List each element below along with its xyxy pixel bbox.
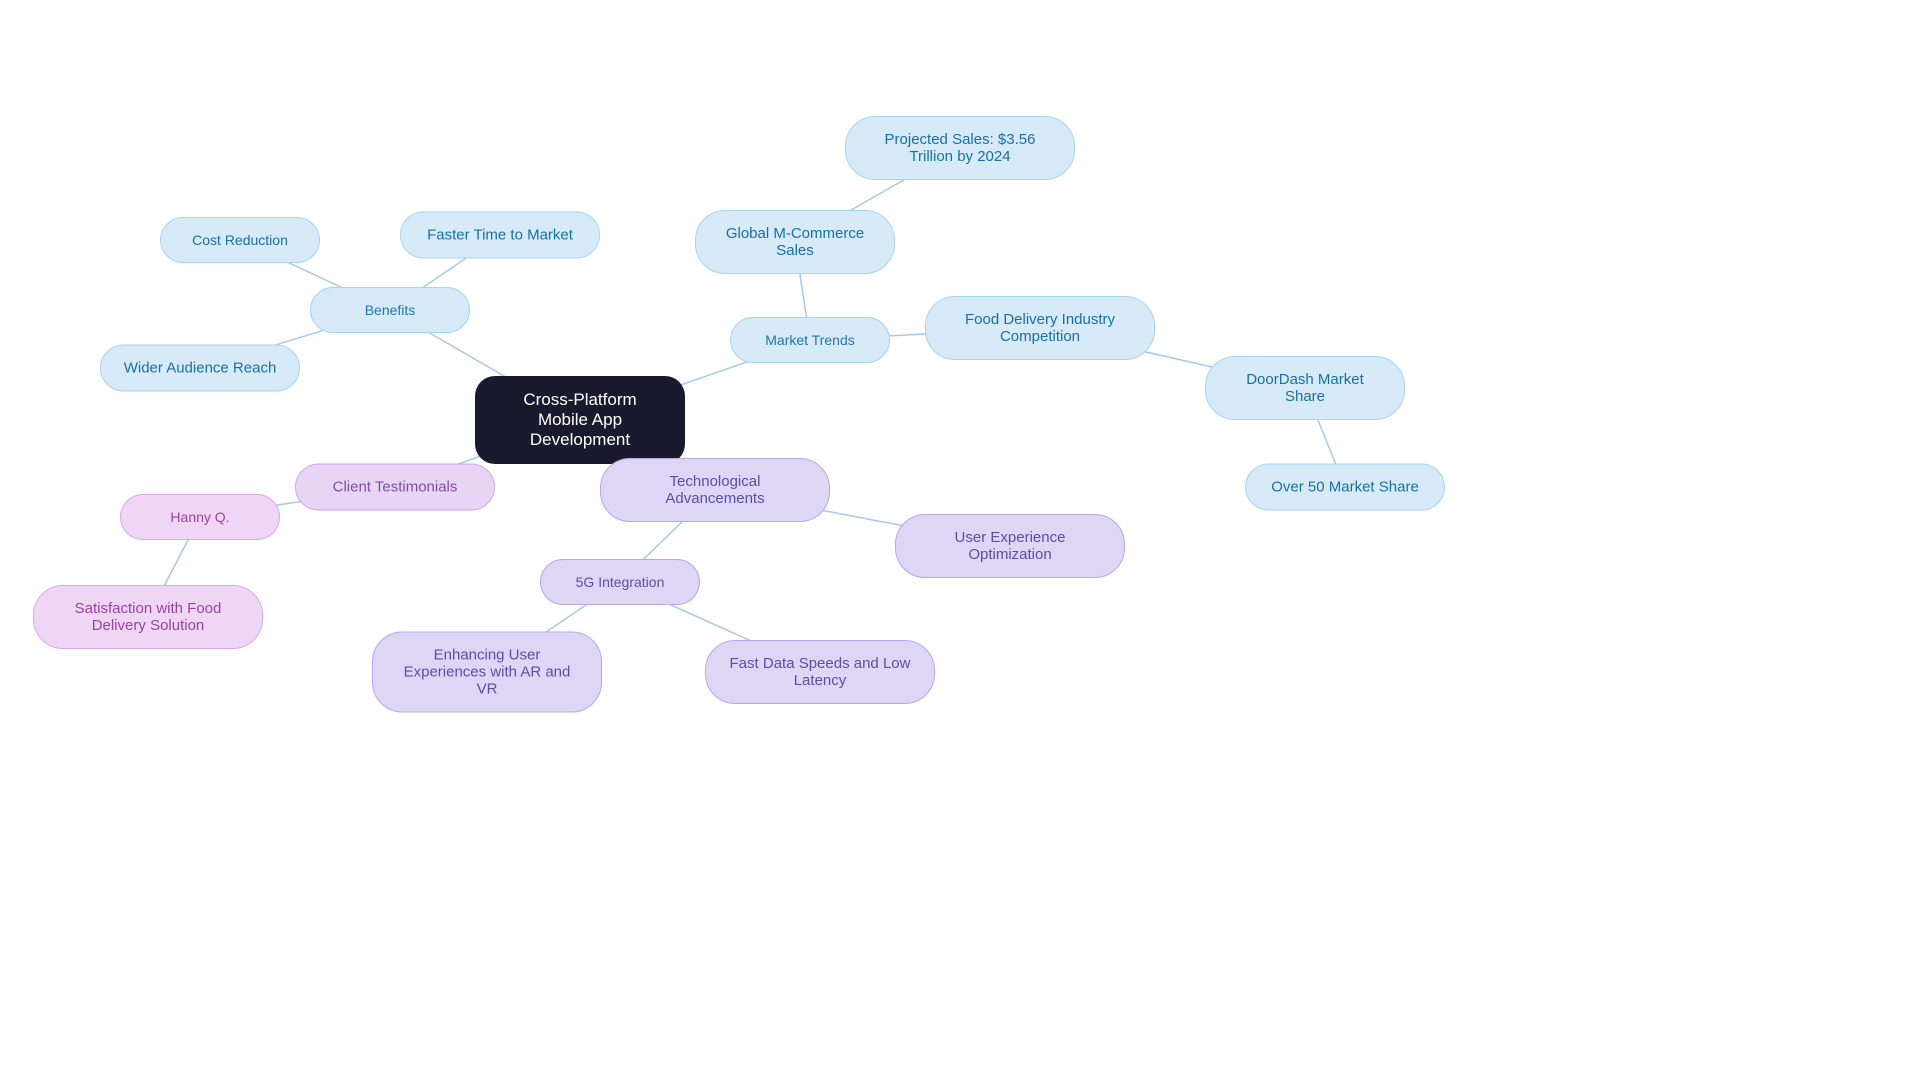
center-node[interactable]: Cross-Platform Mobile App Development bbox=[475, 376, 685, 464]
node-satisfaction[interactable]: Satisfaction with Food Delivery Solution bbox=[33, 585, 263, 649]
node-global-mcommerce[interactable]: Global M-Commerce Sales bbox=[695, 210, 895, 274]
node-benefits[interactable]: Benefits bbox=[310, 287, 470, 333]
node-doordash[interactable]: DoorDash Market Share bbox=[1205, 356, 1405, 420]
node-5g[interactable]: 5G Integration bbox=[540, 559, 700, 605]
node-client-testimonials[interactable]: Client Testimonials bbox=[295, 464, 495, 511]
node-faster-time[interactable]: Faster Time to Market bbox=[400, 212, 600, 259]
mind-map-container: Cross-Platform Mobile App DevelopmentBen… bbox=[0, 0, 1920, 1083]
node-market-trends[interactable]: Market Trends bbox=[730, 317, 890, 363]
node-over50[interactable]: Over 50 Market Share bbox=[1245, 464, 1445, 511]
node-fast-data[interactable]: Fast Data Speeds and Low Latency bbox=[705, 640, 935, 704]
node-cost-reduction[interactable]: Cost Reduction bbox=[160, 217, 320, 263]
node-ar-vr[interactable]: Enhancing User Experiences with AR and V… bbox=[372, 632, 602, 713]
node-wider-audience[interactable]: Wider Audience Reach bbox=[100, 345, 300, 392]
node-tech-advancements[interactable]: Technological Advancements bbox=[600, 458, 830, 522]
node-food-delivery-competition[interactable]: Food Delivery Industry Competition bbox=[925, 296, 1155, 360]
node-hanny[interactable]: Hanny Q. bbox=[120, 494, 280, 540]
node-ux-optimization[interactable]: User Experience Optimization bbox=[895, 514, 1125, 578]
node-projected-sales[interactable]: Projected Sales: $3.56 Trillion by 2024 bbox=[845, 116, 1075, 180]
